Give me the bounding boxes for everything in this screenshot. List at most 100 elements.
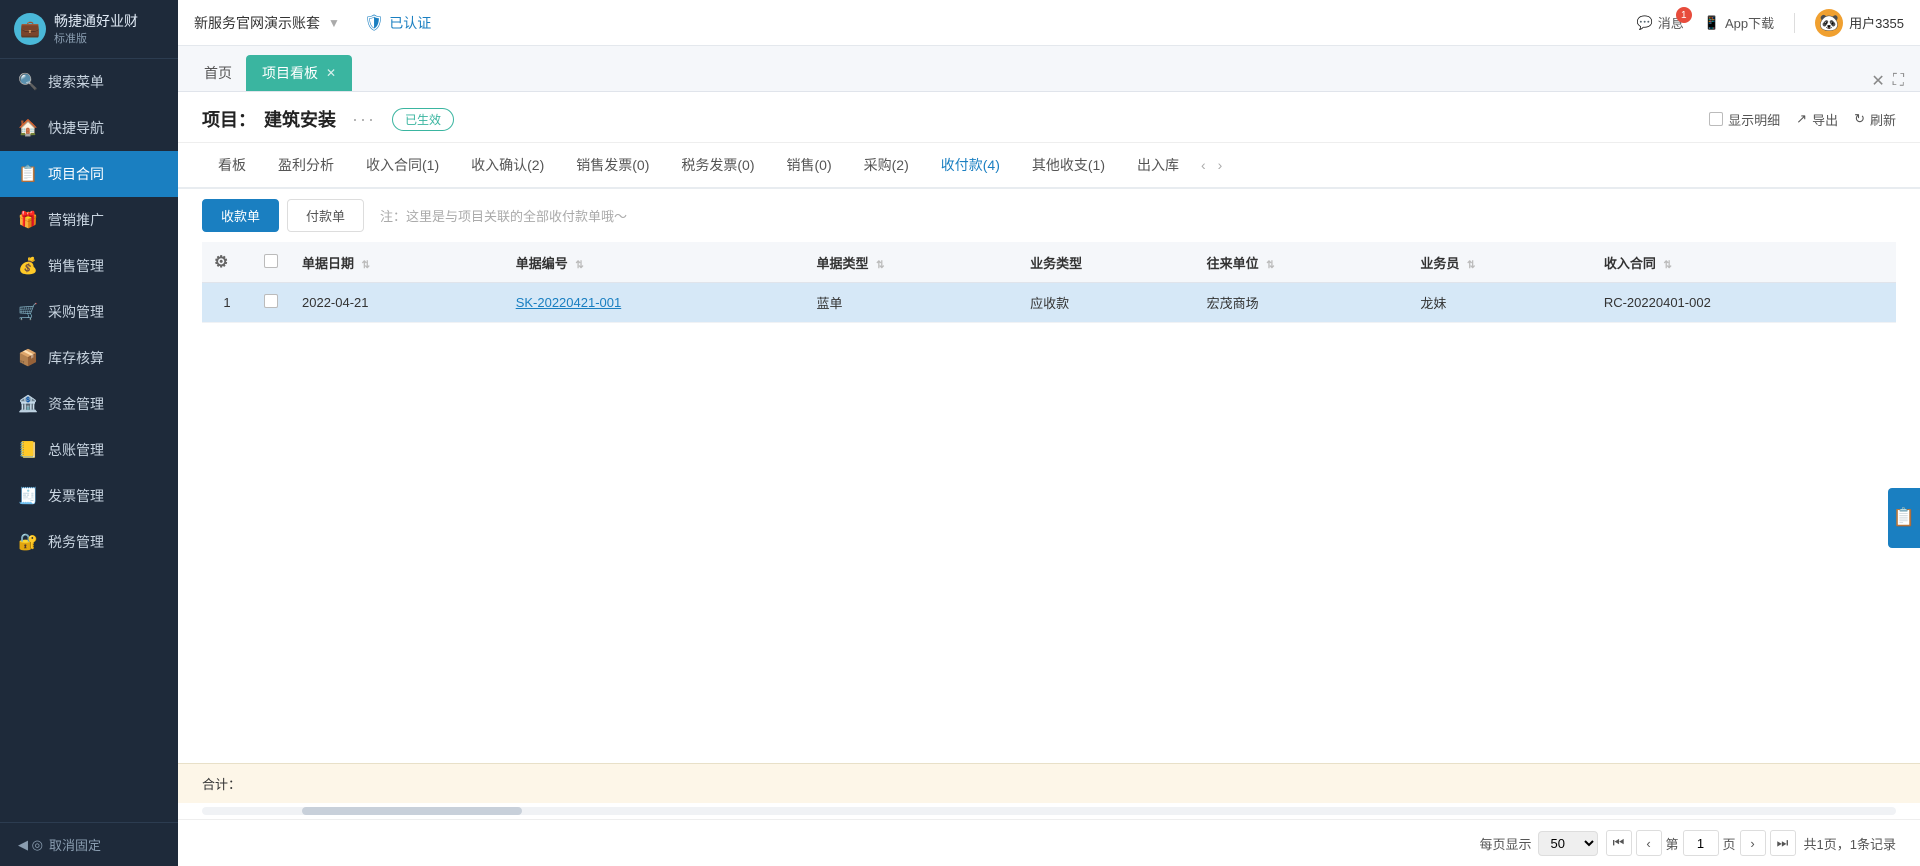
msg-icon: 💬 <box>1637 15 1653 31</box>
topbar-divider <box>1794 13 1795 33</box>
sort-icon: ⇅ <box>362 260 370 271</box>
th-income-contract[interactable]: 收入合同 ⇅ <box>1592 242 1896 283</box>
cell-checkbox <box>252 283 290 323</box>
sidebar-item-invoice-mgmt[interactable]: 🧾 发票管理 <box>0 473 178 519</box>
subtabs: 看板 盈利分析 收入合同(1) 收入确认(2) 销售发票(0) 税务发票(0) … <box>178 143 1920 189</box>
sidebar-item-ledger-mgmt[interactable]: 📒 总账管理 <box>0 427 178 473</box>
receipt-number-link[interactable]: SK-20220421-001 <box>516 295 622 310</box>
message-button[interactable]: 💬 消息 1 <box>1637 13 1684 32</box>
toggle-note: 注：这里是与项目关联的全部收付款单哦～ <box>380 206 627 225</box>
payment-list-button[interactable]: 付款单 <box>287 199 364 232</box>
user-button[interactable]: 🐼 用户3355 <box>1815 9 1904 37</box>
side-float-button[interactable]: 📋 <box>1888 488 1920 548</box>
subtab-prev-arrow[interactable]: ‹ <box>1195 149 1212 181</box>
th-partner[interactable]: 往来单位 ⇅ <box>1195 242 1409 283</box>
unpin-button[interactable]: ◀ ◎ 取消固定 <box>0 822 178 866</box>
ledger-icon: 📒 <box>18 440 38 460</box>
sidebar-item-purchase-mgmt[interactable]: 🛒 采购管理 <box>0 289 178 335</box>
user-label: 用户3355 <box>1849 13 1904 32</box>
scroll-row <box>178 803 1920 819</box>
sort-icon: ⇅ <box>575 260 583 271</box>
tab-home[interactable]: 首页 <box>194 55 242 91</box>
export-icon: ↗ <box>1796 111 1807 127</box>
app-download-button[interactable]: 📱 App下载 <box>1704 13 1774 32</box>
tab-close-icon[interactable]: ✕ <box>326 66 336 80</box>
checkbox-icon <box>1709 112 1723 126</box>
data-table: ⚙ 单据日期 ⇅ 单据编号 ⇅ <box>202 242 1896 323</box>
cell-biz-type: 应收款 <box>1018 283 1195 323</box>
sidebar-item-label: 发票管理 <box>48 486 104 506</box>
subtab-toggle: 收款单 付款单 注：这里是与项目关联的全部收付款单哦～ <box>178 189 1920 242</box>
unpin-icon: ◀ ◎ <box>18 837 43 853</box>
show-detail-checkbox[interactable]: 显示明细 <box>1709 110 1780 129</box>
page-number-input[interactable] <box>1683 830 1719 856</box>
next-page-button[interactable]: › <box>1740 830 1766 856</box>
invoice-icon: 🧾 <box>18 486 38 506</box>
sort-icon: ⇅ <box>1467 260 1475 271</box>
header-checkbox[interactable] <box>264 254 278 268</box>
last-page-button[interactable]: ⏭ <box>1770 830 1796 856</box>
sidebar-item-fund-mgmt[interactable]: 🏦 资金管理 <box>0 381 178 427</box>
th-type[interactable]: 单据类型 ⇅ <box>804 242 1018 283</box>
topbar-project-arrow[interactable]: ▼ <box>328 16 340 30</box>
sidebar-item-label: 资金管理 <box>48 394 104 414</box>
cell-date: 2022-04-21 <box>290 283 504 323</box>
sidebar-item-search[interactable]: 🔍 搜索菜单 <box>0 59 178 105</box>
sidebar-item-project-contract[interactable]: 📋 项目合同 <box>0 151 178 197</box>
sidebar-item-inventory[interactable]: 📦 库存核算 <box>0 335 178 381</box>
sidebar-item-marketing[interactable]: 🎁 营销推广 <box>0 197 178 243</box>
subtab-tax-invoice[interactable]: 税务发票(0) <box>665 143 770 189</box>
box-icon: 📦 <box>18 348 38 368</box>
window-maximize-button[interactable]: ⛶ <box>1893 72 1904 90</box>
total-info: 共1页，1条记录 <box>1804 834 1896 853</box>
subtab-stock-move[interactable]: 出入库 <box>1121 143 1195 189</box>
th-salesman[interactable]: 业务员 ⇅ <box>1408 242 1592 283</box>
table-row: 1 2022-04-21 SK-20220421-001 蓝单 应收款 宏茂商场… <box>202 283 1896 323</box>
subtab-next-arrow[interactable]: › <box>1212 149 1229 181</box>
subtab-kanban[interactable]: 看板 <box>202 143 262 189</box>
per-page-label: 每页显示 <box>1479 834 1531 853</box>
tax-icon: 🔐 <box>18 532 38 552</box>
settings-icon[interactable]: ⚙ <box>214 254 228 271</box>
sidebar-scroll: 🔍 搜索菜单 🏠 快捷导航 📋 项目合同 🎁 营销推广 💰 销售管理 🛒 采购管… <box>0 59 178 822</box>
subtab-sales[interactable]: 销售(0) <box>771 143 848 189</box>
sidebar-logo: 💼 畅捷通好业财 标准版 <box>0 0 178 59</box>
th-settings[interactable]: ⚙ <box>202 242 252 283</box>
per-page: 每页显示 50 20 100 <box>1479 831 1597 856</box>
subtab-other-expense[interactable]: 其他收支(1) <box>1016 143 1121 189</box>
gift-icon: 🎁 <box>18 210 38 230</box>
project-more-button[interactable]: ··· <box>352 109 376 130</box>
tab-project-kanban[interactable]: 项目看板 ✕ <box>246 55 352 91</box>
export-label: 导出 <box>1812 110 1838 129</box>
per-page-select[interactable]: 50 20 100 <box>1538 831 1598 856</box>
subtab-profit[interactable]: 盈利分析 <box>262 143 350 189</box>
tabbar-actions: ✕ ⛶ <box>1871 71 1904 91</box>
th-number[interactable]: 单据编号 ⇅ <box>504 242 805 283</box>
money-icon: 💰 <box>18 256 38 276</box>
refresh-button[interactable]: ↻ 刷新 <box>1854 110 1896 129</box>
receipt-list-button[interactable]: 收款单 <box>202 199 279 232</box>
sidebar-item-label: 搜索菜单 <box>48 72 104 92</box>
sidebar-item-sales-mgmt[interactable]: 💰 销售管理 <box>0 243 178 289</box>
sidebar-item-quick-nav[interactable]: 🏠 快捷导航 <box>0 105 178 151</box>
sidebar-item-label: 库存核算 <box>48 348 104 368</box>
scroll-thumb[interactable] <box>302 807 522 815</box>
sort-icon: ⇅ <box>1266 260 1274 271</box>
window-close-button[interactable]: ✕ <box>1871 71 1884 91</box>
th-date[interactable]: 单据日期 ⇅ <box>290 242 504 283</box>
export-button[interactable]: ↗ 导出 <box>1796 110 1838 129</box>
refresh-label: 刷新 <box>1870 110 1896 129</box>
subtab-income-contract[interactable]: 收入合同(1) <box>350 143 455 189</box>
th-biz-type: 业务类型 <box>1018 242 1195 283</box>
cell-idx: 1 <box>202 283 252 323</box>
prev-page-button[interactable]: ‹ <box>1636 830 1662 856</box>
sidebar-item-tax-mgmt[interactable]: 🔐 税务管理 <box>0 519 178 565</box>
row-checkbox[interactable] <box>264 294 278 308</box>
subtab-receipt[interactable]: 收付款(4) <box>925 143 1016 189</box>
subtab-sales-invoice[interactable]: 销售发票(0) <box>560 143 665 189</box>
cell-income-contract: RC-20220401-002 <box>1592 283 1896 323</box>
subtab-purchase[interactable]: 采购(2) <box>848 143 925 189</box>
topbar-project-name: 新服务官网演示账套 <box>194 13 320 33</box>
first-page-button[interactable]: ⏮ <box>1606 830 1632 856</box>
subtab-income-confirm[interactable]: 收入确认(2) <box>455 143 560 189</box>
